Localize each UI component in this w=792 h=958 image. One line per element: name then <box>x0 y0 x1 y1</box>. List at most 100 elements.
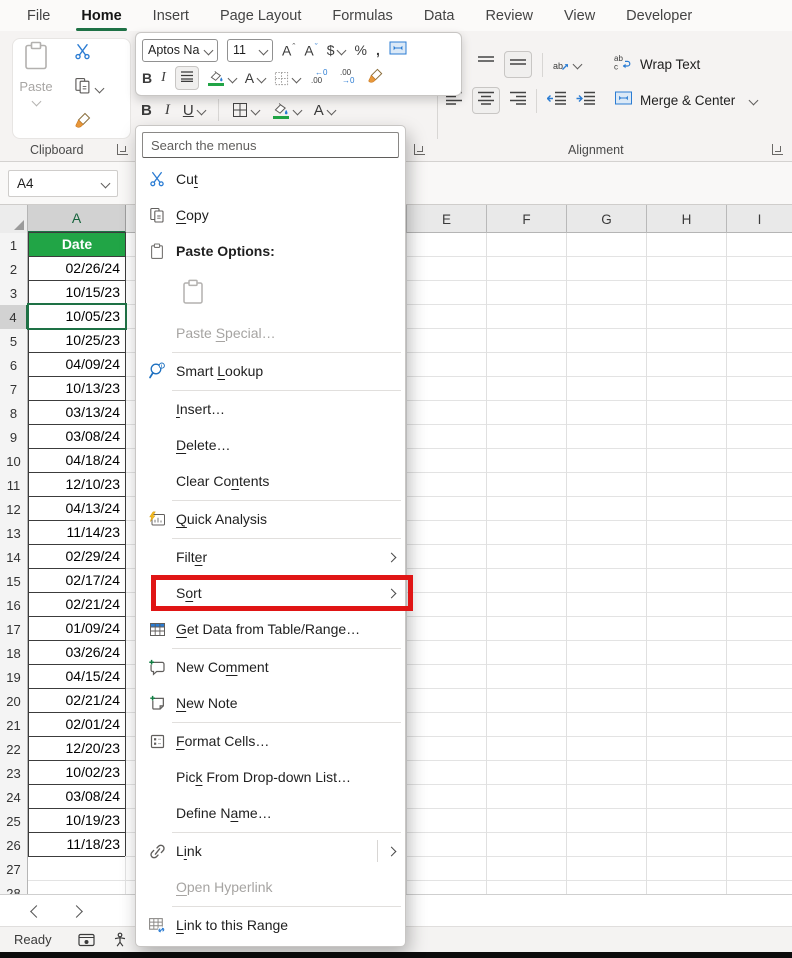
row-header-27[interactable]: 27 <box>0 857 28 881</box>
decrease-indent-button[interactable] <box>546 91 566 110</box>
cell-A8[interactable]: 03/13/24 <box>28 400 126 425</box>
menu-item-paste-options[interactable]: Paste Options: <box>136 233 405 269</box>
bold-mini-button[interactable]: B <box>142 70 152 86</box>
merge-center-button[interactable]: Merge & Center <box>614 91 759 110</box>
row-header-23[interactable]: 23 <box>0 761 28 785</box>
row-header-1[interactable]: 1 <box>0 233 28 257</box>
tab-page-layout[interactable]: Page Layout <box>213 0 308 31</box>
paste-dropdown-chevron-icon[interactable] <box>31 96 41 107</box>
column-header-h[interactable]: H <box>646 205 726 233</box>
orientation-button[interactable]: ab <box>553 57 583 73</box>
menu-item-sort[interactable]: Sort <box>136 575 413 611</box>
menu-item-cut[interactable]: Cut <box>136 161 405 197</box>
menu-search-input[interactable] <box>142 132 399 158</box>
borders-button[interactable] <box>232 102 261 118</box>
cell-A2[interactable]: 02/26/24 <box>28 256 126 281</box>
orientation-dropdown-chevron-icon[interactable] <box>572 59 583 70</box>
cell-A7[interactable]: 10/13/23 <box>28 376 126 401</box>
row-header-6[interactable]: 6 <box>0 353 28 377</box>
cell-A5[interactable]: 10/25/23 <box>28 328 126 353</box>
comma-style-button[interactable]: , <box>376 42 380 58</box>
cell-A24[interactable]: 03/08/24 <box>28 784 126 809</box>
row-header-8[interactable]: 8 <box>0 401 28 425</box>
fill-color-button[interactable] <box>272 102 303 119</box>
cell-A28[interactable] <box>28 880 126 894</box>
alignment-dialog-launcher-icon[interactable] <box>772 144 783 155</box>
cell-A14[interactable]: 02/29/24 <box>28 544 126 569</box>
cell-A16[interactable]: 02/21/24 <box>28 592 126 617</box>
italic-mini-button[interactable]: I <box>161 70 166 86</box>
row-header-13[interactable]: 13 <box>0 521 28 545</box>
tab-developer[interactable]: Developer <box>619 0 699 31</box>
row-header-3[interactable]: 3 <box>0 281 28 305</box>
column-header-e[interactable]: E <box>406 205 486 233</box>
menu-item-smart-lookup[interactable]: i Smart Lookup <box>136 353 405 389</box>
increase-decimal-button[interactable]: .00 →0 <box>338 67 358 89</box>
menu-item-clear-contents[interactable]: Clear Contents <box>136 463 405 499</box>
menu-item-filter[interactable]: Filter <box>136 539 405 575</box>
row-header-11[interactable]: 11 <box>0 473 28 497</box>
bottom-border-button[interactable] <box>174 66 199 90</box>
cell-A27[interactable] <box>28 856 126 881</box>
cell-A26[interactable]: 11/18/23 <box>28 832 126 857</box>
cell-A9[interactable]: 03/08/24 <box>28 424 126 449</box>
tab-file[interactable]: File <box>20 0 57 31</box>
underline-button[interactable]: U <box>183 102 207 119</box>
column-header-f[interactable]: F <box>486 205 566 233</box>
cell-A1[interactable]: Date <box>28 232 126 257</box>
column-header-g[interactable]: G <box>566 205 646 233</box>
font-color-mini-button[interactable]: A <box>245 70 267 86</box>
name-box-chevron-icon[interactable] <box>100 178 111 189</box>
row-header-18[interactable]: 18 <box>0 641 28 665</box>
bold-button[interactable]: B <box>141 102 152 119</box>
menu-item-define-name[interactable]: Define Name… <box>136 795 405 831</box>
menu-item-pick-from-list[interactable]: Pick From Drop-down List… <box>136 759 405 795</box>
cell-A25[interactable]: 10/19/23 <box>28 808 126 833</box>
column-header-i[interactable]: I <box>726 205 792 233</box>
previous-sheet-arrow-icon[interactable] <box>30 905 43 918</box>
row-header-20[interactable]: 20 <box>0 689 28 713</box>
borders-dropdown-chevron-icon[interactable] <box>250 105 261 115</box>
cell-A19[interactable]: 04/15/24 <box>28 664 126 689</box>
menu-item-link-to-range[interactable]: Link to this Range <box>136 907 405 943</box>
percent-style-button[interactable]: % <box>354 42 366 58</box>
menu-item-delete[interactable]: Delete… <box>136 427 405 463</box>
cell-A12[interactable]: 04/13/24 <box>28 496 126 521</box>
name-box[interactable]: A4 <box>8 170 118 197</box>
shrink-font-button[interactable]: Aˇ <box>304 42 317 59</box>
accessibility-checker-button[interactable] <box>113 932 127 947</box>
next-sheet-arrow-icon[interactable] <box>70 905 83 918</box>
row-header-7[interactable]: 7 <box>0 377 28 401</box>
align-center-button[interactable] <box>472 87 500 114</box>
fill-color-mini-button[interactable] <box>208 70 238 86</box>
tab-view[interactable]: View <box>557 0 602 31</box>
cell-A6[interactable]: 04/09/24 <box>28 352 126 377</box>
cell-A11[interactable]: 12/10/23 <box>28 472 126 497</box>
tab-formulas[interactable]: Formulas <box>325 0 399 31</box>
row-header-21[interactable]: 21 <box>0 713 28 737</box>
cell-A13[interactable]: 11/14/23 <box>28 520 126 545</box>
row-header-28[interactable]: 28 <box>0 881 28 894</box>
increase-indent-button[interactable] <box>576 91 595 110</box>
font-color-button[interactable]: A <box>314 102 337 119</box>
middle-align-button[interactable] <box>504 51 532 78</box>
font-size-select[interactable]: 11 <box>227 38 273 62</box>
menu-item-new-comment[interactable]: New Comment <box>136 649 405 685</box>
tab-insert[interactable]: Insert <box>146 0 196 31</box>
merge-center-mini-button[interactable] <box>389 41 407 60</box>
row-header-4[interactable]: 4 <box>0 305 28 329</box>
cell-A4[interactable]: 10/05/23 <box>27 303 127 330</box>
row-header-10[interactable]: 10 <box>0 449 28 473</box>
wrap-text-button[interactable]: ab c Wrap Text <box>614 53 700 75</box>
copy-dropdown-chevron-icon[interactable] <box>94 83 105 93</box>
decrease-decimal-button[interactable]: ←0.00 <box>309 67 329 89</box>
borders-mini-button[interactable] <box>274 71 302 86</box>
row-header-25[interactable]: 25 <box>0 809 28 833</box>
cell-A20[interactable]: 02/21/24 <box>28 688 126 713</box>
column-header-a[interactable]: A <box>28 205 126 233</box>
row-header-14[interactable]: 14 <box>0 545 28 569</box>
clipboard-dialog-launcher-icon[interactable] <box>117 144 128 155</box>
row-header-12[interactable]: 12 <box>0 497 28 521</box>
accounting-format-button[interactable]: $ <box>327 42 347 58</box>
row-header-9[interactable]: 9 <box>0 425 28 449</box>
